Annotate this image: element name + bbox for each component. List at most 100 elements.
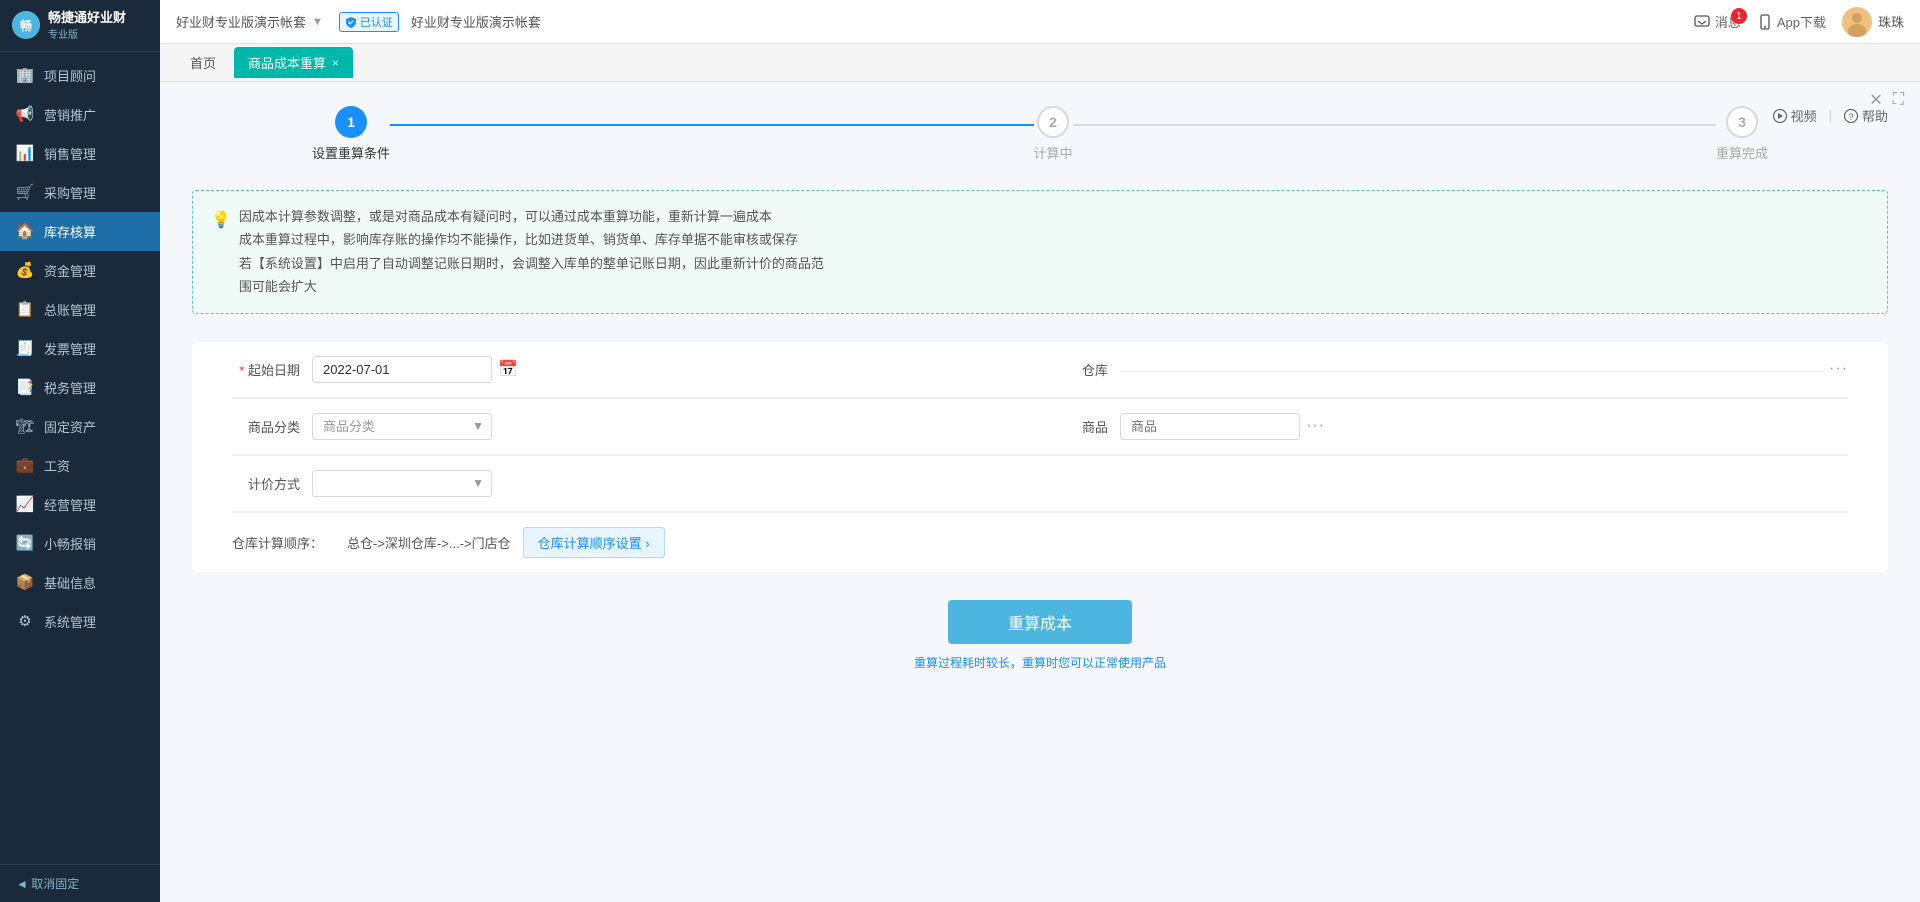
tab-close-icon[interactable]: ×	[332, 56, 339, 70]
goods-field: 商品 ···	[1040, 413, 1848, 440]
sidebar-toggle-label: ◄ 取消固定	[16, 875, 79, 892]
sidebar-item-label: 经营管理	[44, 495, 96, 514]
sidebar-item-accounting[interactable]: 📋 总账管理	[0, 290, 160, 329]
shield-icon	[345, 16, 357, 28]
sidebar-item-inventory[interactable]: 🏠 库存核算	[0, 212, 160, 251]
expense-icon: 🔄	[16, 534, 34, 552]
tab-home-label: 首页	[190, 53, 216, 72]
sidebar-item-label: 总账管理	[44, 300, 96, 319]
message-btn[interactable]: 消息 1	[1693, 12, 1741, 31]
sidebar-nav: 🏢 项目顾问 📢 营销推广 📊 销售管理 🛒 采购管理 🏠 库存核算 💰 资金管…	[0, 52, 160, 864]
expand-btn[interactable]: ⛶	[1893, 91, 1904, 109]
sidebar-item-label: 发票管理	[44, 339, 96, 358]
step-connector-1	[390, 124, 1033, 126]
sidebar-item-system[interactable]: ⚙ 系统管理	[0, 602, 160, 641]
sidebar-item-salary[interactable]: 💼 工资	[0, 446, 160, 485]
app-download-label: App下载	[1777, 12, 1826, 31]
sidebar-item-tax[interactable]: 📑 税务管理	[0, 368, 160, 407]
tab-home[interactable]: 首页	[176, 47, 230, 78]
svg-text:畅: 畅	[20, 18, 32, 33]
sidebar-item-purchase[interactable]: 🛒 采购管理	[0, 173, 160, 212]
form-row-2: 商品分类 商品分类 ▼ 商品 ···	[232, 399, 1848, 455]
app-logo: 畅	[12, 11, 40, 39]
goods-input[interactable]	[1120, 413, 1300, 440]
recalc-btn[interactable]: 重算成本	[948, 600, 1132, 644]
step-3-circle: 3	[1726, 106, 1758, 138]
operation-icon: 📈	[16, 495, 34, 513]
info-content: 因成本计算参数调整，或是对商品成本有疑问时，可以通过成本重算功能，重新计算一遍成…	[239, 205, 824, 299]
tax-icon: 📑	[16, 378, 34, 396]
sidebar-item-operation[interactable]: 📈 经营管理	[0, 485, 160, 524]
step-2: 2 计算中	[1034, 106, 1073, 162]
category-label: 商品分类	[232, 417, 312, 436]
sidebar-item-label: 系统管理	[44, 612, 96, 631]
finance-icon: 💰	[16, 261, 34, 279]
sidebar-item-basic[interactable]: 📦 基础信息	[0, 563, 160, 602]
sidebar-item-finance[interactable]: 💰 资金管理	[0, 251, 160, 290]
system-icon: ⚙	[16, 612, 34, 630]
salary-icon: 💼	[16, 456, 34, 474]
category-select[interactable]: 商品分类	[312, 413, 492, 440]
form-row-3: 计价方式 ▼	[232, 456, 1848, 512]
sidebar-item-project[interactable]: 🏢 项目顾问	[0, 56, 160, 95]
form-area: 起始日期 📅 仓库 ··· 商品分类 商品分类	[192, 342, 1888, 572]
sidebar-item-asset[interactable]: 🏗 固定资产	[0, 407, 160, 446]
goods-label: 商品	[1040, 417, 1120, 436]
warehouse-order-row: 仓库计算顺序： 总仓->深圳仓库->...->门店仓 仓库计算顺序设置 ›	[232, 513, 1848, 572]
warehouse-more-btn[interactable]: ···	[1829, 360, 1848, 378]
verified-label: 已认证	[360, 14, 393, 30]
warehouse-order-settings-btn[interactable]: 仓库计算顺序设置 ›	[523, 527, 665, 558]
page-content: ✕ ⛶ 视频 | ? 帮助	[160, 82, 1920, 902]
sidebar-item-label: 小畅报销	[44, 534, 96, 553]
warehouse-field: 仓库 ···	[1040, 360, 1848, 379]
user-area[interactable]: 珠珠	[1842, 7, 1904, 37]
sidebar-item-label: 营销推广	[44, 105, 96, 124]
verified-badge: 已认证	[339, 12, 399, 32]
sidebar-item-label: 库存核算	[44, 222, 96, 241]
step-2-label: 计算中	[1034, 143, 1073, 162]
account-selector[interactable]: 好业财专业版演示帐套 ▼	[176, 12, 323, 31]
pricing-label: 计价方式	[232, 474, 312, 493]
sidebar-item-label: 项目顾问	[44, 66, 96, 85]
sales-icon: 📊	[16, 144, 34, 162]
phone-icon	[1757, 14, 1773, 30]
app-edition: 专业版	[48, 26, 126, 41]
inventory-icon: 🏠	[16, 222, 34, 240]
sidebar-item-label: 采购管理	[44, 183, 96, 202]
step-2-circle: 2	[1037, 106, 1069, 138]
pricing-select[interactable]	[312, 470, 492, 497]
warehouse-order-label: 仓库计算顺序：	[232, 533, 335, 552]
info-box: 💡 因成本计算参数调整，或是对商品成本有疑问时，可以通过成本重算功能，重新计算一…	[192, 190, 1888, 314]
help-btn[interactable]: ? 帮助	[1844, 106, 1888, 125]
verified-account-name: 好业财专业版演示帐套	[411, 12, 541, 31]
project-icon: 🏢	[16, 66, 34, 84]
warehouse-order-value: 总仓->深圳仓库->...->门店仓	[347, 533, 511, 552]
calendar-icon[interactable]: 📅	[498, 359, 518, 379]
sidebar-item-label: 基础信息	[44, 573, 96, 592]
topbar: 好业财专业版演示帐套 ▼ 已认证 好业财专业版演示帐套 消息 1	[160, 0, 1920, 44]
asset-icon: 🏗	[16, 417, 34, 435]
sidebar-item-expense[interactable]: 🔄 小畅报销	[0, 524, 160, 563]
step-connector-2	[1073, 124, 1716, 126]
app-download-btn[interactable]: App下载	[1757, 12, 1826, 31]
sidebar: 畅 畅捷通好业财 专业版 🏢 项目顾问 📢 营销推广 📊 销售管理 🛒 采购管理…	[0, 0, 160, 902]
sidebar-toggle[interactable]: ◄ 取消固定	[0, 864, 160, 902]
purchase-icon: 🛒	[16, 183, 34, 201]
svg-text:?: ?	[1848, 112, 1853, 122]
info-line-4: 围可能会扩大	[239, 275, 824, 298]
sidebar-item-invoice[interactable]: 🧾 发票管理	[0, 329, 160, 368]
start-date-field: 起始日期 📅	[232, 356, 1040, 383]
sidebar-item-marketing[interactable]: 📢 营销推广	[0, 95, 160, 134]
basic-icon: 📦	[16, 573, 34, 591]
start-date-input[interactable]	[312, 356, 492, 383]
sidebar-item-sales[interactable]: 📊 销售管理	[0, 134, 160, 173]
info-line-2: 成本重算过程中，影响库存账的操作均不能操作，比如进货单、销货单、库存单据不能审核…	[239, 228, 824, 251]
start-date-label: 起始日期	[232, 360, 312, 379]
tab-recalc[interactable]: 商品成本重算 ×	[234, 47, 353, 78]
video-btn[interactable]: 视频	[1773, 106, 1817, 125]
goods-more-btn[interactable]: ···	[1306, 417, 1325, 435]
user-name: 珠珠	[1878, 12, 1904, 31]
help-icon: ?	[1844, 109, 1858, 123]
invoice-icon: 🧾	[16, 339, 34, 357]
recalc-section: 重算成本 重算过程耗时较长，重算时您可以正常使用产品	[192, 600, 1888, 671]
